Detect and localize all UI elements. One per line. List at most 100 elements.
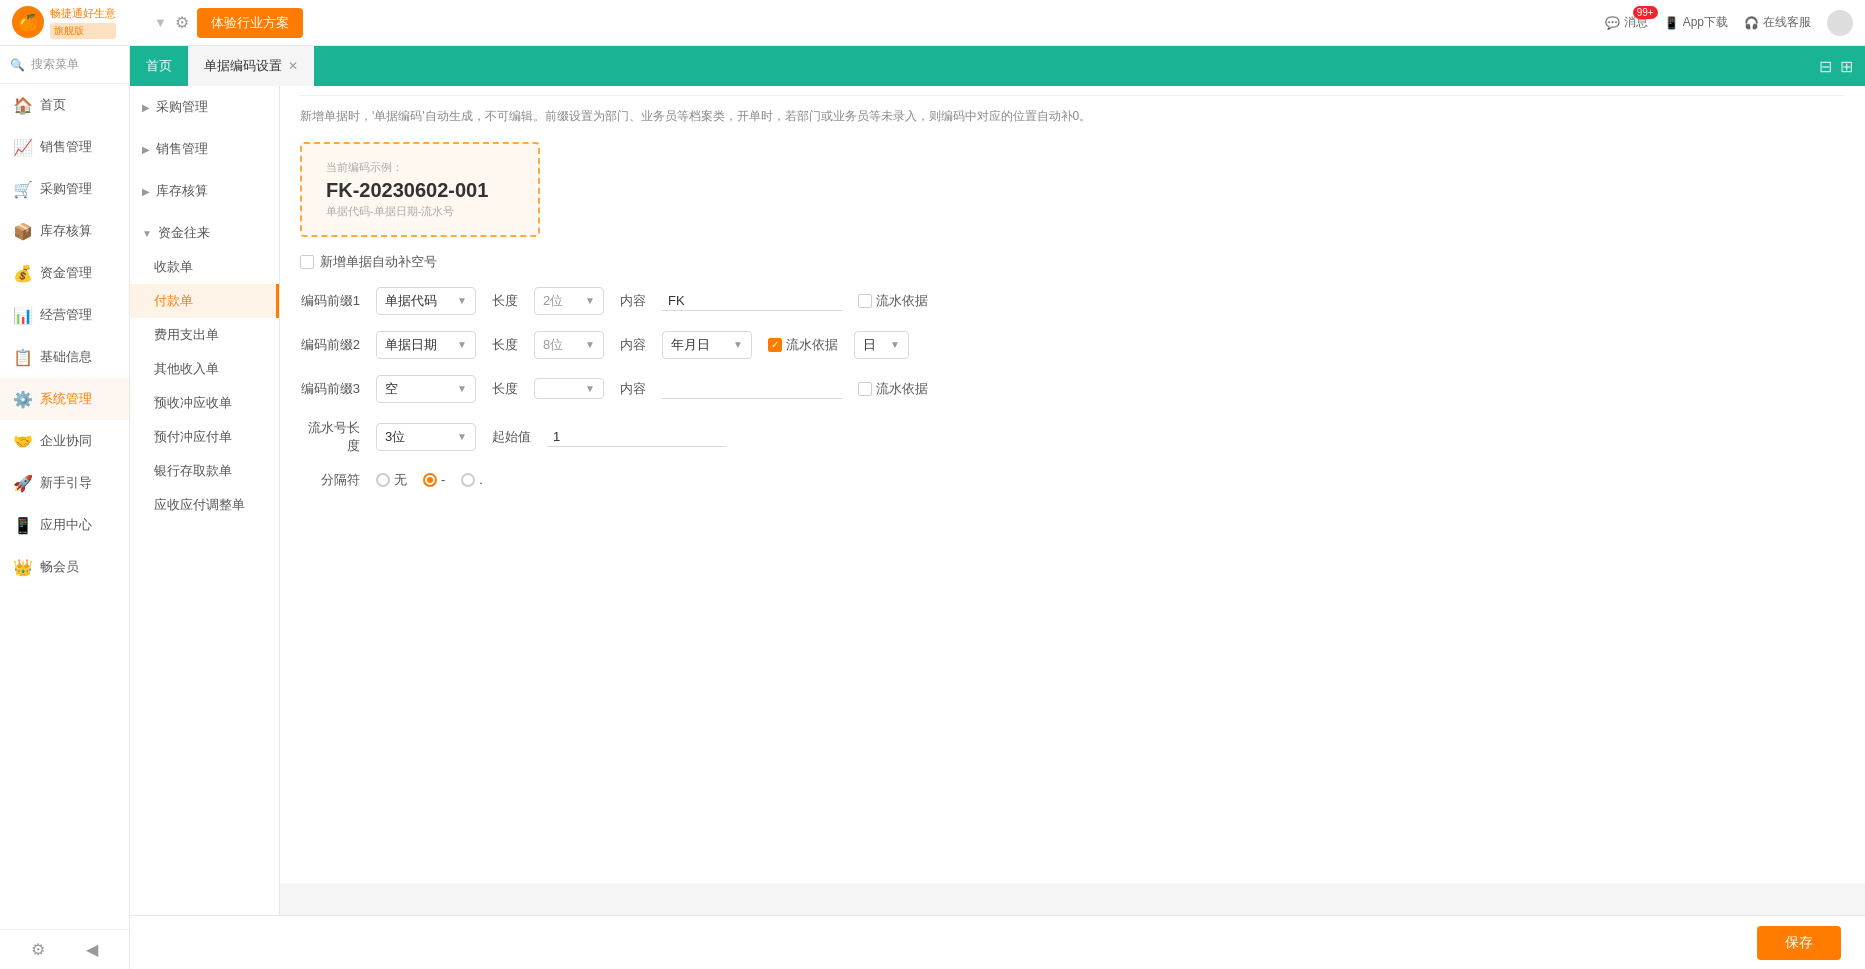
nav-item-inventory[interactable]: 📦 库存核算 — [0, 210, 129, 252]
header-search-area[interactable]: ▼ ⚙ 体验行业方案 — [154, 8, 303, 38]
submenu-item-pre-payment-offset[interactable]: 预付冲应付单 — [130, 420, 279, 454]
nav-item-enterprise[interactable]: 🤝 企业协同 — [0, 420, 129, 462]
hint-text: 新增单据时，'单据编码'自动生成，不可编辑。前缀设置为部门、业务员等档案类，开单… — [300, 106, 1845, 128]
submenu-header-inventory[interactable]: ▶ 库存核算 — [130, 174, 279, 208]
prefix2-length-arrow: ▼ — [585, 339, 595, 350]
auto-fill-row: 新增单据自动补空号 — [300, 253, 1845, 271]
submenu-item-bank[interactable]: 银行存取款单 — [130, 454, 279, 488]
tab-bar: 首页 单据编码设置 ✕ ⊟ ⊞ — [130, 46, 1865, 86]
operation-icon: 📊 — [14, 306, 32, 324]
submenu-item-adjustment[interactable]: 应收应付调整单 — [130, 488, 279, 522]
tab-expand-icon[interactable]: ⊞ — [1840, 57, 1853, 76]
prefix3-content-input[interactable] — [662, 379, 842, 399]
system-icon: ⚙️ — [14, 390, 32, 408]
serial-length-arrow: ▼ — [457, 431, 467, 442]
serial-length-select[interactable]: 3位 ▼ — [376, 423, 476, 451]
app-download-icon: 📱 — [1664, 16, 1679, 30]
logo-area: 🍊 畅捷通好生意 旗舰版 — [12, 6, 142, 38]
nav-item-member[interactable]: 👑 畅会员 — [0, 546, 129, 588]
separator-dash-dot — [423, 473, 437, 487]
prefix1-content-input[interactable] — [662, 291, 842, 311]
header-right: 💬 消息 99+ 📱 App下载 🎧 在线客服 — [1605, 10, 1853, 36]
separator-dash-radio[interactable]: - — [423, 472, 445, 487]
nav-item-app-center[interactable]: 📱 应用中心 — [0, 504, 129, 546]
logo-text: 畅捷通好生意 — [50, 6, 116, 20]
prefix1-length-arrow: ▼ — [585, 295, 595, 306]
settings-icon[interactable]: ⚙ — [175, 13, 189, 32]
submenu-group-inventory: ▶ 库存核算 — [130, 170, 279, 212]
header-dropdown-btn[interactable]: ▼ — [154, 15, 167, 30]
submenu-header-sales[interactable]: ▶ 销售管理 — [130, 132, 279, 166]
serial-length-label: 流水号长度 — [300, 419, 360, 455]
inventory-icon: 📦 — [14, 222, 32, 240]
prefix2-length-label: 长度 — [492, 336, 518, 354]
submenu-group-purchase: ▶ 采购管理 — [130, 86, 279, 128]
prefix1-serial-checkbox-row: 流水依据 — [858, 292, 928, 310]
logo-icon: 🍊 — [12, 6, 44, 38]
submenu-item-receipt[interactable]: 收款单 — [130, 250, 279, 284]
guide-icon: 🚀 — [14, 474, 32, 492]
prefix1-select[interactable]: 单据代码 ▼ — [376, 287, 476, 315]
search-icon: 🔍 — [10, 58, 25, 72]
message-badge: 99+ — [1633, 6, 1658, 19]
nav-item-operation[interactable]: 📊 经营管理 — [0, 294, 129, 336]
enterprise-icon: 🤝 — [14, 432, 32, 450]
submenu-group-sales: ▶ 销售管理 — [130, 128, 279, 170]
chevron-right-icon-sales: ▶ — [142, 144, 150, 155]
prefix3-select-arrow: ▼ — [457, 383, 467, 394]
auto-fill-label: 新增单据自动补空号 — [320, 253, 437, 271]
nav-item-finance[interactable]: 💰 资金管理 — [0, 252, 129, 294]
nav-item-basic[interactable]: 📋 基础信息 — [0, 336, 129, 378]
nav-item-purchase[interactable]: 🛒 采购管理 — [0, 168, 129, 210]
prefix2-select-arrow: ▼ — [457, 339, 467, 350]
header-middle: ▼ ⚙ 体验行业方案 — [142, 8, 1605, 38]
prefix1-length-select[interactable]: 2位 ▼ — [534, 287, 604, 315]
online-service-button[interactable]: 🎧 在线客服 — [1744, 14, 1811, 31]
nav-item-system[interactable]: ⚙️ 系统管理 — [0, 378, 129, 420]
separator-none-dot — [376, 473, 390, 487]
message-button[interactable]: 💬 消息 99+ — [1605, 14, 1648, 31]
preview-box: 当前编码示例： FK-20230602-001 单据代码-单据日期-流水号 — [300, 142, 540, 237]
submenu-header-purchase[interactable]: ▶ 采购管理 — [130, 90, 279, 124]
experience-button[interactable]: 体验行业方案 — [197, 8, 303, 38]
submenu-item-expense[interactable]: 费用支出单 — [130, 318, 279, 352]
top-header: 🍊 畅捷通好生意 旗舰版 ▼ ⚙ 体验行业方案 💬 消息 99+ 📱 App下载… — [0, 0, 1865, 46]
user-avatar[interactable] — [1827, 10, 1853, 36]
logo-badge: 旗舰版 — [50, 23, 116, 39]
chevron-right-icon-inventory: ▶ — [142, 186, 150, 197]
separator-dot-label: . — [479, 472, 483, 487]
prefix1-length-label: 长度 — [492, 292, 518, 310]
prefix3-label: 编码前缀3 — [300, 380, 360, 398]
prefix2-select[interactable]: 单据日期 ▼ — [376, 331, 476, 359]
submenu-item-payment[interactable]: 付款单 — [130, 284, 279, 318]
sidebar-search[interactable]: 🔍 搜索菜单 — [0, 46, 129, 84]
separator-dot-radio[interactable]: . — [461, 472, 483, 487]
nav-item-guide[interactable]: 🚀 新手引导 — [0, 462, 129, 504]
prefix1-select-arrow: ▼ — [457, 295, 467, 306]
tab-minimize-icon[interactable]: ⊟ — [1819, 57, 1832, 76]
start-value-input[interactable] — [547, 427, 727, 447]
prefix1-row: 编码前缀1 单据代码 ▼ 长度 2位 ▼ 内容 流水依据 — [300, 287, 1845, 315]
submenu-item-pre-receipt-offset[interactable]: 预收冲应收单 — [130, 386, 279, 420]
tab-close-icon[interactable]: ✕ — [288, 59, 298, 73]
prefix3-length-select[interactable]: ▼ — [534, 378, 604, 399]
prefix3-serial-checkbox[interactable] — [858, 382, 872, 396]
prefix1-serial-checkbox[interactable] — [858, 294, 872, 308]
prefix2-serial-label: 流水依据 — [786, 336, 838, 354]
submenu-item-other-income[interactable]: 其他收入单 — [130, 352, 279, 386]
chevron-down-icon-capital: ▼ — [142, 228, 152, 239]
nav-item-home[interactable]: 🏠 首页 — [0, 84, 129, 126]
nav-item-sales[interactable]: 📈 销售管理 — [0, 126, 129, 168]
prefix2-cycle-select[interactable]: 日 ▼ — [854, 331, 909, 359]
prefix2-content-select[interactable]: 年月日 ▼ — [662, 331, 752, 359]
separator-none-radio[interactable]: 无 — [376, 471, 407, 489]
auto-fill-checkbox[interactable] — [300, 255, 314, 269]
prefix2-length-select[interactable]: 8位 ▼ — [534, 331, 604, 359]
prefix3-select[interactable]: 空 ▼ — [376, 375, 476, 403]
prefix1-serial-label: 流水依据 — [876, 292, 928, 310]
submenu-header-capital[interactable]: ▼ 资金往来 — [130, 216, 279, 250]
tab-encoding-settings[interactable]: 单据编码设置 ✕ — [188, 46, 314, 86]
prefix2-serial-checkbox[interactable]: ✓ — [768, 338, 782, 352]
app-download-button[interactable]: 📱 App下载 — [1664, 14, 1728, 31]
tab-home[interactable]: 首页 — [130, 46, 188, 86]
